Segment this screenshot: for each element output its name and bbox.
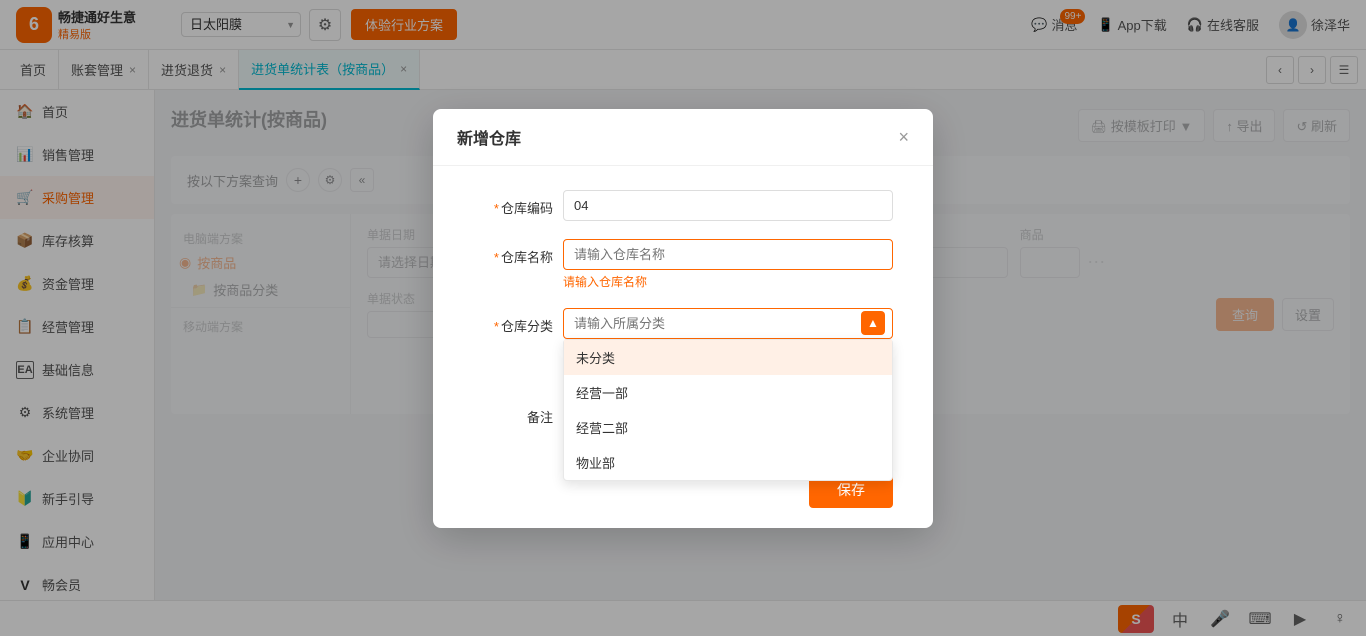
remark-label: 备注	[473, 399, 563, 426]
name-input[interactable]	[563, 239, 893, 270]
name-input-wrap: 请输入仓库名称	[563, 239, 893, 290]
modal-overlay: 新增仓库 × *仓库编码 *仓库名称 请输入仓库名称	[0, 0, 1366, 636]
modal-header: 新增仓库 ×	[433, 109, 933, 166]
dropdown-item-property[interactable]: 物业部	[564, 445, 892, 480]
category-dropdown: 未分类 经营一部 经营二部 物业部	[563, 339, 893, 481]
dropdown-item-dept1[interactable]: 经营一部	[564, 375, 892, 410]
modal-body: *仓库编码 *仓库名称 请输入仓库名称 *仓库分类	[433, 166, 933, 464]
name-row: *仓库名称 请输入仓库名称	[473, 239, 893, 290]
name-label: *仓库名称	[473, 239, 563, 266]
name-error-msg: 请输入仓库名称	[563, 273, 893, 290]
category-label: *仓库分类	[473, 308, 563, 335]
code-input-wrap	[563, 190, 893, 221]
modal-close-button[interactable]: ×	[898, 128, 909, 146]
category-arrow-icon[interactable]: ▲	[861, 311, 885, 335]
modal-title: 新增仓库	[457, 125, 521, 149]
category-row: *仓库分类 ▲ 未分类 经营一部 经营二部 物业部	[473, 308, 893, 339]
dropdown-item-unclassified[interactable]: 未分类	[564, 340, 892, 375]
code-row: *仓库编码	[473, 190, 893, 221]
category-input-container: ▲	[563, 308, 893, 339]
new-warehouse-modal: 新增仓库 × *仓库编码 *仓库名称 请输入仓库名称	[433, 109, 933, 528]
code-label: *仓库编码	[473, 190, 563, 217]
category-input-wrap: ▲ 未分类 经营一部 经营二部 物业部	[563, 308, 893, 339]
dropdown-item-dept2[interactable]: 经营二部	[564, 410, 892, 445]
category-input[interactable]	[563, 308, 893, 339]
code-input[interactable]	[563, 190, 893, 221]
